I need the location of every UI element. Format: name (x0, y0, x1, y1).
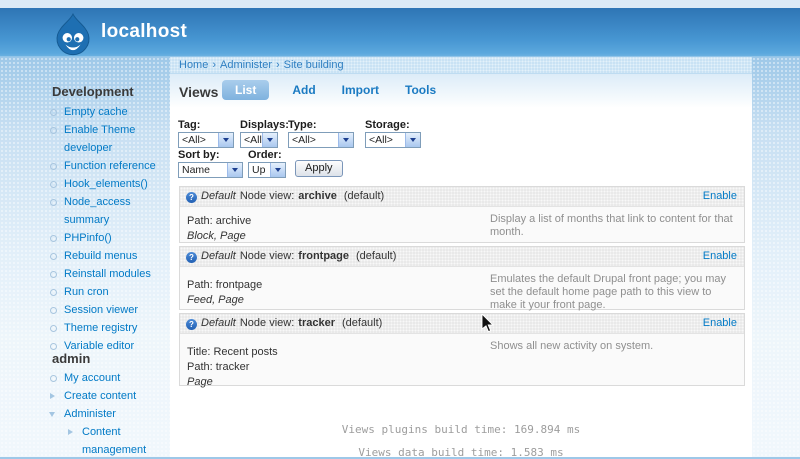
dropdown-arrow-icon[interactable] (270, 163, 285, 177)
sidebar-item-rebuild-menus[interactable]: Rebuild menus (50, 247, 176, 265)
sidebar-admin-menu: My account Create content Administer Con… (49, 369, 176, 459)
view-row-frontpage: ? Default Node view: frontpage (default) Ena… (179, 246, 745, 311)
site-title: localhost (101, 21, 188, 42)
circle-bullet-icon (50, 375, 57, 382)
tab-add[interactable]: Add (283, 80, 324, 100)
sidebar-heading-admin: admin (52, 351, 91, 366)
views-data-build-time: Views data build time: 1.583 ms (358, 446, 564, 459)
view-description: Display a list of months that link to co… (490, 213, 733, 238)
circle-bullet-icon (50, 271, 57, 278)
collapsed-arrow-icon[interactable] (50, 393, 55, 399)
sidebar-item-theme-registry[interactable]: Theme registry (50, 319, 176, 337)
view-row-body: Title: Recent posts Path: tracker Page S… (180, 334, 744, 390)
view-row-body: Path: frontpage Feed, Page Emulates the … (180, 267, 744, 311)
order-label: Order: (248, 149, 282, 161)
help-icon[interactable]: ? (186, 252, 197, 263)
tag-filter-select[interactable]: <All> (178, 132, 234, 148)
displays-filter-select[interactable]: <All> (240, 132, 278, 148)
sidebar-item-content-management[interactable]: Content management (68, 423, 176, 459)
dropdown-arrow-icon[interactable] (227, 163, 242, 177)
type-filter-select[interactable]: <All> (288, 132, 354, 148)
dropdown-arrow-icon[interactable] (218, 133, 233, 147)
view-description: Emulates the default Drupal front page; … (490, 273, 727, 311)
enable-link[interactable]: Enable (703, 187, 737, 206)
view-row-archive: ? Default Node view: archive (default) Enabl… (179, 186, 745, 243)
circle-bullet-icon (50, 289, 57, 296)
circle-bullet-icon (50, 307, 57, 314)
order-select[interactable]: Up (248, 162, 286, 178)
sort-by-select[interactable]: Name (178, 162, 243, 178)
sidebar-item-reinstall-modules[interactable]: Reinstall modules (50, 265, 176, 283)
view-row-header: ? Default Node view: tracker (default) Enabl… (180, 314, 744, 334)
circle-bullet-icon (50, 253, 57, 260)
circle-bullet-icon (50, 325, 57, 332)
breadcrumb-separator: › (212, 59, 217, 71)
expanded-arrow-icon[interactable] (49, 412, 55, 417)
mouse-cursor (481, 312, 495, 338)
sidebar-item-session-viewer[interactable]: Session viewer (50, 301, 176, 319)
tag-filter-label: Tag: (178, 119, 201, 131)
tab-import[interactable]: Import (333, 80, 388, 100)
view-row-header: ? Default Node view: archive (default) Enabl… (180, 187, 744, 207)
sidebar-item-enable-theme-developer[interactable]: Enable Theme developer (50, 121, 176, 157)
circle-bullet-icon (50, 127, 57, 134)
circle-bullet-icon (50, 235, 57, 242)
breadcrumb-home-link[interactable]: Home (179, 59, 208, 71)
displays-filter-label: Displays: (240, 119, 289, 131)
sidebar-item-run-cron[interactable]: Run cron (50, 283, 176, 301)
top-edge-strip (0, 0, 800, 8)
tabs: List Add Import Tools (222, 80, 445, 100)
main-content-panel: Home › Administer › Site building Views List… (170, 57, 752, 459)
sidebar-development-menu: Empty cache Enable Theme developer Funct… (50, 103, 176, 355)
breadcrumb: Home › Administer › Site building (170, 57, 752, 74)
apply-button[interactable]: Apply (295, 160, 343, 177)
dropdown-arrow-icon[interactable] (338, 133, 353, 147)
collapsed-arrow-icon[interactable] (68, 429, 73, 435)
tab-tools[interactable]: Tools (396, 80, 445, 100)
help-icon[interactable]: ? (186, 192, 197, 203)
title-band: Views List Add Import Tools (170, 74, 752, 111)
sidebar-item-create-content[interactable]: Create content (50, 387, 176, 405)
sidebar-item-empty-cache[interactable]: Empty cache (50, 103, 176, 121)
enable-link[interactable]: Enable (703, 247, 737, 266)
sidebar: Development Empty cache Enable Theme dev… (0, 57, 170, 457)
breadcrumb-administer-link[interactable]: Administer (220, 59, 272, 71)
sidebar-item-function-reference[interactable]: Function reference (50, 157, 176, 175)
view-description: Shows all new activity on system. (490, 340, 654, 352)
type-filter-label: Type: (288, 119, 317, 131)
enable-link[interactable]: Enable (703, 314, 737, 333)
storage-filter-select[interactable]: <All> (365, 132, 421, 148)
site-header: localhost (0, 8, 800, 57)
sidebar-heading-development: Development (52, 84, 134, 99)
breadcrumb-separator: › (275, 59, 280, 71)
sidebar-item-administer[interactable]: Administer (49, 405, 176, 423)
sidebar-item-hook-elements[interactable]: Hook_elements() (50, 175, 176, 193)
sidebar-item-node-access-summary[interactable]: Node_access summary (50, 193, 176, 229)
views-plugins-build-time: Views plugins build time: 169.894 ms (341, 423, 581, 436)
view-row-header: ? Default Node view: frontpage (default) Ena… (180, 247, 744, 267)
storage-filter-label: Storage: (365, 119, 410, 131)
circle-bullet-icon (50, 109, 57, 116)
help-icon[interactable]: ? (186, 319, 197, 330)
view-row-body: Path: archive Block, Page Display a list… (180, 207, 744, 244)
view-row-tracker: ? Default Node view: tracker (default) Enabl… (179, 313, 745, 388)
dropdown-arrow-icon[interactable] (262, 133, 277, 147)
sidebar-item-my-account[interactable]: My account (50, 369, 176, 387)
circle-bullet-icon (50, 343, 57, 350)
view-displays: Page (187, 376, 213, 388)
circle-bullet-icon (50, 181, 57, 188)
tab-list[interactable]: List (222, 80, 270, 100)
circle-bullet-icon (50, 163, 57, 170)
sort-by-label: Sort by: (178, 149, 220, 161)
sidebar-item-phpinfo[interactable]: PHPinfo() (50, 229, 176, 247)
drupal-logo-icon[interactable] (54, 12, 92, 61)
view-path: Path: tracker (187, 361, 250, 373)
circle-bullet-icon (50, 199, 57, 206)
dropdown-arrow-icon[interactable] (405, 133, 420, 147)
page-title: Views (179, 84, 219, 100)
breadcrumb-site-building-link[interactable]: Site building (284, 59, 344, 71)
